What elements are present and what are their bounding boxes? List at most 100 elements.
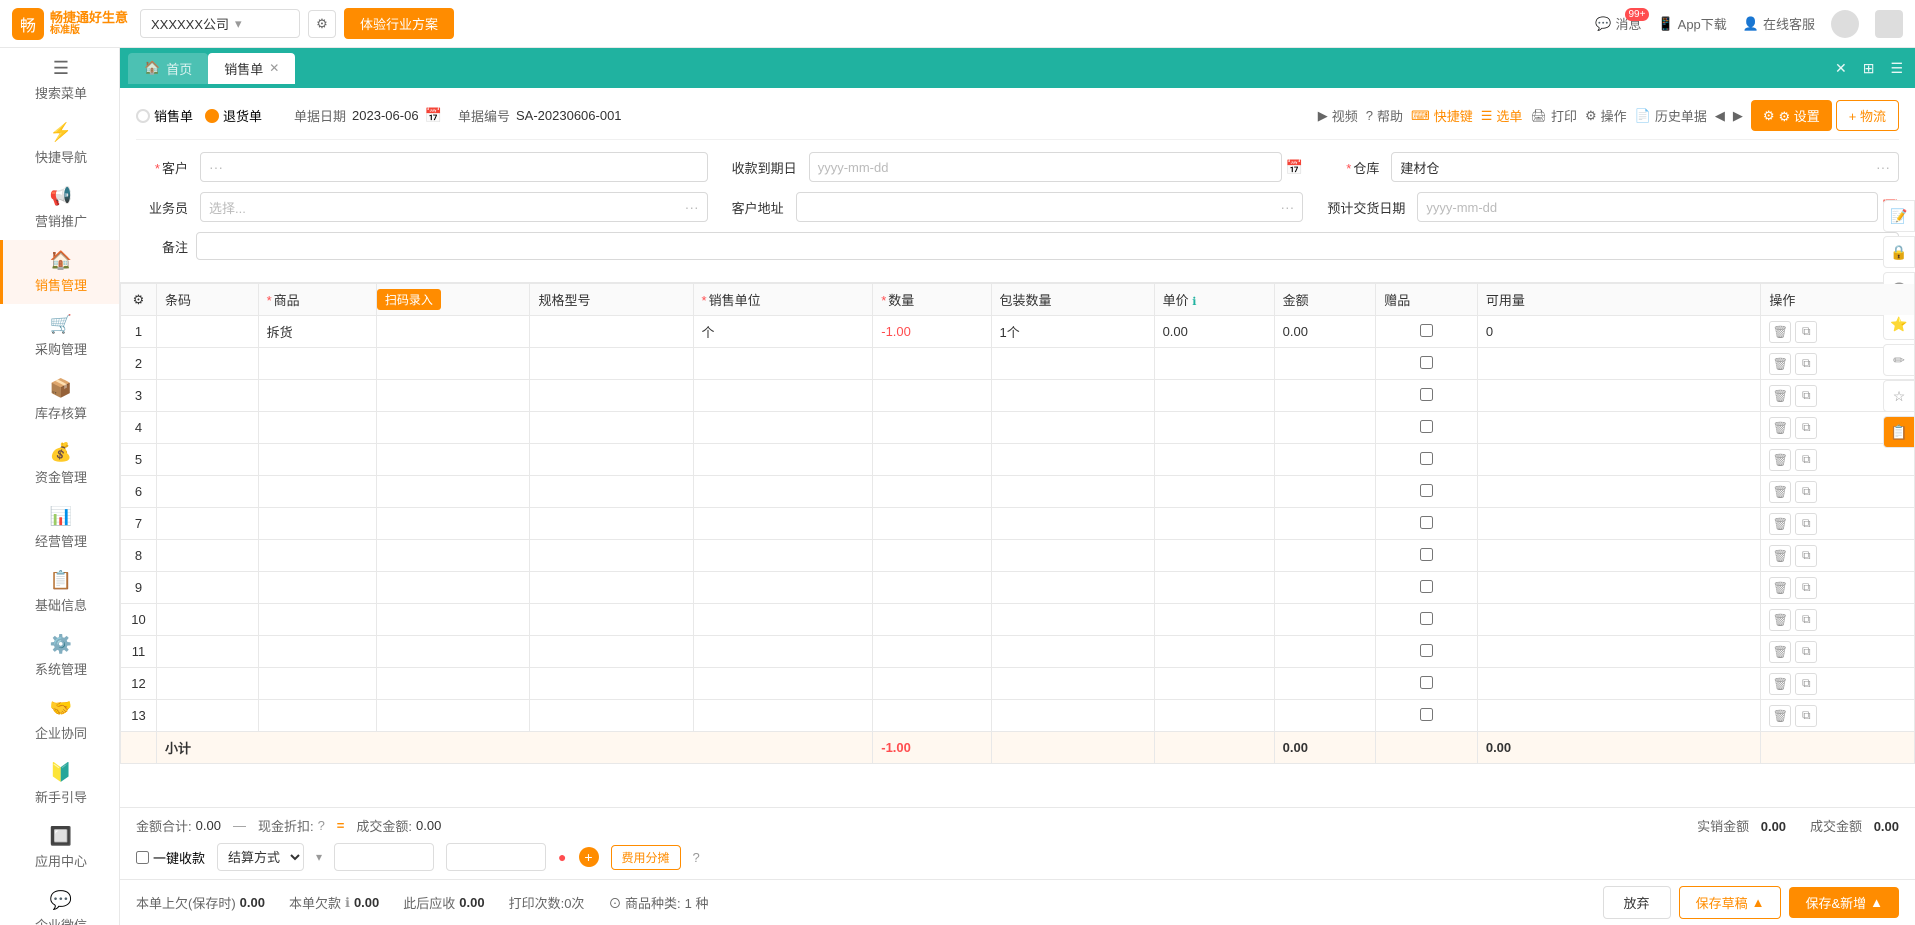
barcode-cell[interactable] (157, 316, 259, 348)
gift-checkbox[interactable] (1420, 324, 1433, 337)
copy-icon[interactable]: ⧉ (1795, 641, 1817, 663)
tab-list-icon[interactable]: ☰ (1886, 56, 1907, 81)
amount-input[interactable] (446, 843, 546, 871)
radio-sales-order[interactable]: 销售单 (136, 106, 193, 125)
sidebar-item-sales[interactable]: 🏠 销售管理 (0, 240, 119, 304)
one-click-checkbox[interactable] (136, 851, 149, 864)
copy-icon[interactable]: ⧉ (1795, 705, 1817, 727)
gift-checkbox[interactable] (1420, 548, 1433, 561)
sidebar-item-inventory[interactable]: 📦 库存核算 (0, 368, 119, 432)
unit-price-cell[interactable]: 0.00 (1154, 316, 1274, 348)
sidebar-item-operations[interactable]: 📊 经营管理 (0, 496, 119, 560)
history-btn[interactable]: 📄 历史单据 (1635, 106, 1707, 125)
expected-date-input[interactable]: yyyy-mm-dd (1417, 192, 1877, 222)
gift-checkbox[interactable] (1420, 356, 1433, 369)
settings-icon[interactable]: ⚙ (308, 10, 336, 38)
customer-addr-input[interactable]: ··· (796, 192, 1304, 222)
save-draft-button[interactable]: 保存草稿 ▲ (1679, 886, 1782, 919)
print-btn[interactable]: 🖨 打印 (1530, 106, 1577, 125)
float-lock-btn[interactable]: 🔒 (1883, 236, 1915, 268)
copy-icon[interactable]: ⧉ (1795, 481, 1817, 503)
message-button[interactable]: 💬 消息 99+ (1595, 14, 1641, 33)
tab-sales-order[interactable]: 销售单 ✕ (208, 53, 295, 84)
sidebar-item-marketing[interactable]: 📢 营销推广 (0, 176, 119, 240)
pack-qty-cell[interactable]: 1个 (991, 316, 1154, 348)
delete-icon[interactable]: 🗑 (1769, 321, 1791, 343)
delete-icon[interactable]: 🗑 (1769, 577, 1791, 599)
product-cell[interactable]: 拆货 (258, 316, 376, 348)
warehouse-input[interactable]: 建材仓 ··· (1391, 152, 1899, 182)
sidebar-item-system[interactable]: ⚙️ 系统管理 (0, 624, 119, 688)
copy-icon[interactable]: ⧉ (1795, 385, 1817, 407)
delete-icon[interactable]: 🗑 (1769, 449, 1791, 471)
help-btn[interactable]: ? 帮助 (1366, 106, 1403, 125)
delete-icon[interactable]: 🗑 (1769, 417, 1791, 439)
delete-icon[interactable]: 🗑 (1769, 481, 1791, 503)
due-date-input[interactable]: yyyy-mm-dd (809, 152, 1282, 182)
due-date-calendar-icon[interactable]: 📅 (1286, 159, 1303, 176)
sidebar-item-basic-info[interactable]: 📋 基础信息 (0, 560, 119, 624)
float-star2-btn[interactable]: ☆ (1883, 380, 1915, 412)
gift-checkbox[interactable] (1420, 580, 1433, 593)
expense-split-button[interactable]: 费用分摊 (611, 845, 681, 870)
gift-checkbox[interactable] (1420, 420, 1433, 433)
sidebar-item-cooperation[interactable]: 🤝 企业协同 (0, 688, 119, 752)
sidebar-item-apps[interactable]: 🔲 应用中心 (0, 816, 119, 880)
online-service-button[interactable]: 👤 在线客服 (1743, 14, 1815, 33)
tab-home[interactable]: 🏠 首页 (128, 53, 208, 84)
copy-icon[interactable]: ⧉ (1795, 545, 1817, 567)
gift-checkbox[interactable] (1420, 452, 1433, 465)
settings-button[interactable]: ⚙ ⚙ 设置 (1751, 100, 1832, 131)
col-settings[interactable]: ⚙ (121, 284, 157, 316)
copy-icon[interactable]: ⧉ (1795, 353, 1817, 375)
discount-help-icon[interactable]: ? (318, 818, 325, 833)
add-payment-button[interactable]: + (579, 847, 599, 867)
logistics-button[interactable]: + 物流 (1836, 100, 1899, 131)
delete-icon[interactable]: 🗑 (1769, 545, 1791, 567)
delete-icon[interactable]: 🗑 (1769, 673, 1791, 695)
quantity-cell[interactable]: -1.00 (873, 316, 991, 348)
delete-icon[interactable]: 🗑 (1769, 641, 1791, 663)
tab-grid-icon[interactable]: ⊞ (1859, 56, 1879, 81)
radio-return-order[interactable]: 退货单 (205, 106, 262, 125)
copy-icon[interactable]: ⧉ (1795, 513, 1817, 535)
gift-checkbox[interactable] (1420, 516, 1433, 529)
account-input[interactable] (334, 843, 434, 871)
avatar[interactable] (1831, 10, 1859, 38)
one-click-pay-checkbox[interactable]: 一键收款 (136, 848, 205, 867)
gift-checkbox[interactable] (1420, 644, 1433, 657)
sidebar-item-search[interactable]: ☰ 搜索菜单 (0, 48, 119, 112)
operations-btn[interactable]: ⚙ 操作 (1585, 106, 1627, 125)
expense-help-icon[interactable]: ? (693, 850, 700, 865)
delete-icon[interactable]: 🗑 (1769, 353, 1791, 375)
delete-icon[interactable]: 🗑 (1769, 705, 1791, 727)
gift-checkbox[interactable] (1420, 388, 1433, 401)
select-btn[interactable]: ☰ 选单 (1481, 106, 1523, 125)
gift-checkbox[interactable] (1420, 612, 1433, 625)
user-menu[interactable] (1875, 10, 1903, 38)
delete-icon[interactable]: 🗑 (1769, 609, 1791, 631)
delete-icon[interactable]: 🗑 (1769, 513, 1791, 535)
float-edit-btn[interactable]: ✏ (1883, 344, 1915, 376)
sidebar-item-guide[interactable]: 🔰 新手引导 (0, 752, 119, 816)
amount-cell[interactable]: 0.00 (1274, 316, 1376, 348)
copy-icon[interactable]: ⧉ (1795, 609, 1817, 631)
settlement-method-select[interactable]: 结算方式 (217, 843, 304, 871)
copy-icon[interactable]: ⧉ (1795, 577, 1817, 599)
trial-button[interactable]: 体验行业方案 (344, 8, 454, 39)
copy-icon[interactable]: ⧉ (1795, 449, 1817, 471)
abandon-button[interactable]: 放弃 (1603, 886, 1671, 919)
float-orange-btn[interactable]: 📋 (1883, 416, 1915, 448)
scan-button[interactable]: 扫码录入 (377, 289, 441, 310)
save-new-button[interactable]: 保存&新增 ▲ (1789, 887, 1899, 918)
sidebar-item-finance[interactable]: 💰 资金管理 (0, 432, 119, 496)
salesperson-input[interactable]: 选择... ··· (200, 192, 708, 222)
sidebar-item-wechat[interactable]: 💬 企业微信 (0, 880, 119, 925)
unit-cell[interactable]: 个 (693, 316, 873, 348)
company-selector[interactable]: XXXXXX公司 ▾ (140, 9, 300, 38)
copy-icon[interactable]: ⧉ (1795, 417, 1817, 439)
copy-icon[interactable]: ⧉ (1795, 673, 1817, 695)
nav-next-icon[interactable]: ▶ (1733, 108, 1743, 124)
video-btn[interactable]: ▶ 视频 (1318, 106, 1358, 125)
spec-cell[interactable] (530, 316, 693, 348)
